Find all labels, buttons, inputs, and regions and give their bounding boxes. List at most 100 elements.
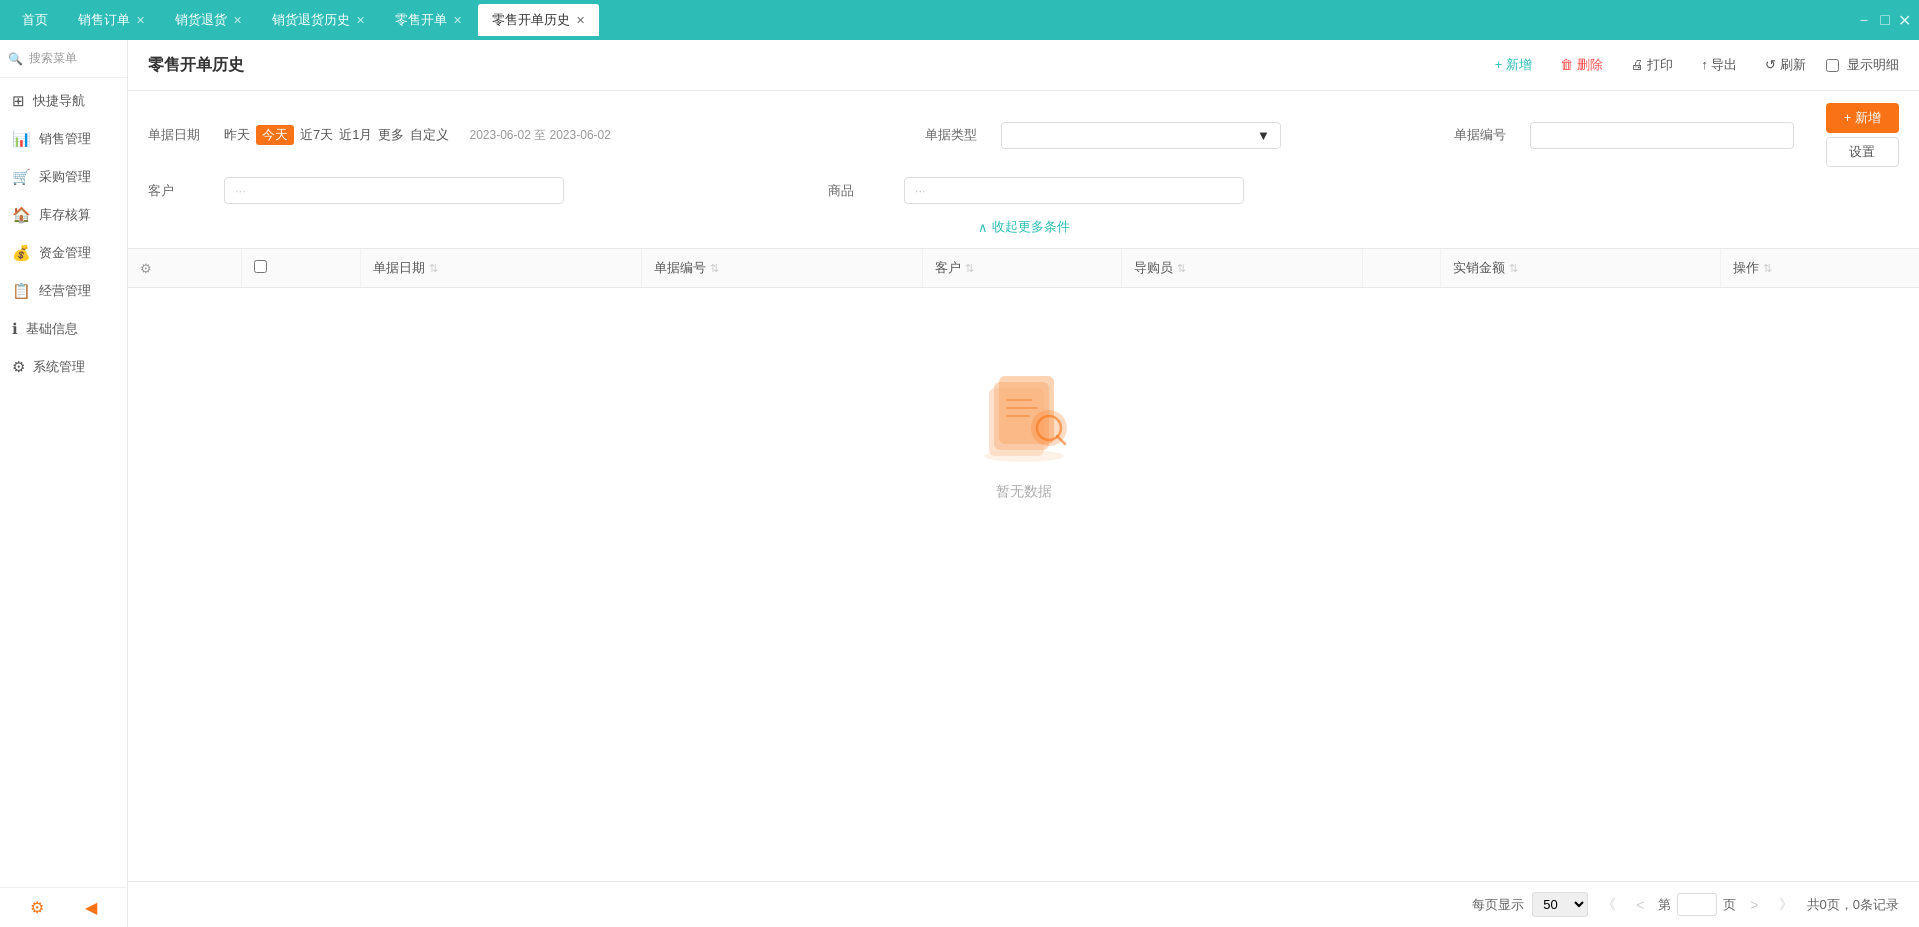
date-options: 昨天今天近7天近1月更多自定义 <box>224 125 449 145</box>
date-opt-自定义[interactable]: 自定义 <box>410 126 449 144</box>
delete-button[interactable]: 🗑 删除 <box>1552 52 1611 78</box>
doc-num-label: 单据编号 <box>1454 126 1514 144</box>
sidebar-icon-basic-info: ℹ <box>12 320 18 338</box>
minimize-btn[interactable]: － <box>1856 10 1872 31</box>
sidebar-item-basic-info[interactable]: ℹ 基础信息 <box>0 310 127 348</box>
customer-label: 客户 <box>148 182 208 200</box>
content-header: 零售开单历史 + 新增 🗑 删除 🖨 打印 ↑ 导出 ↺ 刷新 显示明细 <box>128 40 1919 91</box>
date-opt-近7天[interactable]: 近7天 <box>300 126 333 144</box>
tab-retail-open[interactable]: 零售开单✕ <box>381 4 476 36</box>
pagination: 每页显示 102050100 《 < 第 1 页 > 》 共0页，0条记录 <box>128 881 1919 927</box>
empty-text: 暂无数据 <box>996 483 1052 501</box>
goods-label: 商品 <box>828 182 888 200</box>
empty-icon <box>969 368 1079 468</box>
query-button[interactable]: + 新增 <box>1826 103 1899 133</box>
next-page-btn[interactable]: > <box>1744 895 1764 915</box>
goods-input[interactable]: ··· <box>904 177 1244 204</box>
tab-label: 首页 <box>22 11 48 29</box>
collapse-sidebar-icon[interactable]: ◀ <box>85 898 97 917</box>
date-label: 单据日期 <box>148 126 208 144</box>
sidebar-label-finance: 资金管理 <box>39 244 91 262</box>
col-header-actual_amount: 实销金额⇅ <box>1440 249 1721 288</box>
sidebar: 🔍 搜索菜单 ⊞ 快捷导航 📊 销售管理 🛒 采购管理 🏠 库存核算 💰 资金管… <box>0 40 128 927</box>
table-area: ⚙单据日期⇅单据编号⇅客户⇅导购员⇅实销金额⇅操作⇅ <box>128 249 1919 881</box>
settings-bottom-icon[interactable]: ⚙ <box>30 898 44 917</box>
per-page-label: 每页显示 <box>1472 896 1524 914</box>
sidebar-item-quick-nav[interactable]: ⊞ 快捷导航 <box>0 82 127 120</box>
date-opt-昨天[interactable]: 昨天 <box>224 126 250 144</box>
print-button[interactable]: 🖨 打印 <box>1623 52 1682 78</box>
doc-type-label: 单据类型 <box>925 126 985 144</box>
col-header-checkbox[interactable] <box>242 249 361 288</box>
select-all-checkbox[interactable] <box>254 260 267 273</box>
toolbar: + 新增 🗑 删除 🖨 打印 ↑ 导出 ↺ 刷新 显示明细 <box>1487 52 1899 78</box>
sidebar-item-operations[interactable]: 📋 经营管理 <box>0 272 127 310</box>
doc-num-text-input[interactable] <box>1541 128 1783 143</box>
total-info: 共0页，0条记录 <box>1807 896 1899 914</box>
search-icon: 🔍 <box>8 52 23 66</box>
sidebar-item-inventory[interactable]: 🏠 库存核算 <box>0 196 127 234</box>
filter-row-1: 单据日期 昨天今天近7天近1月更多自定义 2023-06-02 至 2023-0… <box>148 103 1899 167</box>
customer-placeholder: ··· <box>235 183 246 198</box>
col-header-spacer <box>1362 249 1440 288</box>
first-page-btn[interactable]: 《 <box>1596 894 1622 916</box>
col-header-settings[interactable]: ⚙ <box>128 249 242 288</box>
setting-button[interactable]: 设置 <box>1826 137 1899 167</box>
date-opt-今天[interactable]: 今天 <box>256 125 294 145</box>
doc-type-select[interactable]: ▼ <box>1001 122 1281 149</box>
close-btn[interactable]: ✕ <box>1898 11 1911 30</box>
collapse-label: 收起更多条件 <box>992 218 1070 236</box>
date-opt-近1月[interactable]: 近1月 <box>339 126 372 144</box>
collapse-row[interactable]: ∧ 收起更多条件 <box>148 214 1899 240</box>
window-controls: － □ ✕ <box>1856 10 1911 31</box>
customer-input[interactable]: ··· <box>224 177 564 204</box>
tab-label: 销售订单 <box>78 11 130 29</box>
tab-home[interactable]: 首页 <box>8 4 62 36</box>
export-button[interactable]: ↑ 导出 <box>1693 52 1745 78</box>
tab-close-sales-order[interactable]: ✕ <box>136 14 145 27</box>
page-indicator: 第 1 页 <box>1658 893 1736 916</box>
tab-retail-history[interactable]: 零售开单历史✕ <box>478 4 599 36</box>
refresh-button[interactable]: ↺ 刷新 <box>1757 52 1814 78</box>
page-label: 第 <box>1658 896 1671 914</box>
sidebar-item-sales-mgmt[interactable]: 📊 销售管理 <box>0 120 127 158</box>
filter-row-2: 客户 ··· 商品 ··· <box>148 177 1899 204</box>
tab-close-sales-return[interactable]: ✕ <box>233 14 242 27</box>
empty-state: 暂无数据 <box>128 288 1919 581</box>
tab-sales-order[interactable]: 销售订单 ✕ <box>64 4 159 36</box>
sidebar-label-inventory: 库存核算 <box>39 206 91 224</box>
show-detail-input[interactable] <box>1826 59 1839 72</box>
last-page-btn[interactable]: 》 <box>1773 894 1799 916</box>
per-page-select[interactable]: 102050100 <box>1532 892 1588 917</box>
add-button[interactable]: + 新增 <box>1487 52 1540 78</box>
doc-num-input[interactable] <box>1530 122 1794 149</box>
tab-close-retail-open[interactable]: ✕ <box>453 14 462 27</box>
sidebar-item-finance[interactable]: 💰 资金管理 <box>0 234 127 272</box>
dropdown-icon: ▼ <box>1257 128 1270 143</box>
sidebar-search-label: 搜索菜单 <box>29 50 77 67</box>
table-settings-icon[interactable]: ⚙ <box>140 261 152 276</box>
date-range-display: 2023-06-02 至 2023-06-02 <box>469 127 610 144</box>
tabs-container: 首页销售订单✕销货退货✕销货退货历史✕零售开单✕零售开单历史✕ <box>8 4 932 36</box>
prev-page-btn[interactable]: < <box>1630 895 1650 915</box>
sidebar-icon-system: ⚙ <box>12 358 25 376</box>
sidebar-nav: ⊞ 快捷导航 📊 销售管理 🛒 采购管理 🏠 库存核算 💰 资金管理 📋 经营管… <box>0 78 127 887</box>
sidebar-search[interactable]: 🔍 搜索菜单 <box>0 40 127 78</box>
page-suffix: 页 <box>1723 896 1736 914</box>
sidebar-item-system[interactable]: ⚙ 系统管理 <box>0 348 127 386</box>
date-opt-更多[interactable]: 更多 <box>378 126 404 144</box>
tab-close-retail-history[interactable]: ✕ <box>576 14 585 27</box>
tab-close-sales-return-history[interactable]: ✕ <box>356 14 365 27</box>
sidebar-label-system: 系统管理 <box>33 358 85 376</box>
page-number-input[interactable]: 1 <box>1677 893 1717 916</box>
tab-sales-return-history[interactable]: 销货退货历史✕ <box>258 4 379 36</box>
tab-label: 销货退货 <box>175 11 227 29</box>
maximize-btn[interactable]: □ <box>1880 11 1890 29</box>
sidebar-icon-operations: 📋 <box>12 282 31 300</box>
tab-sales-return[interactable]: 销货退货 ✕ <box>161 4 256 36</box>
col-header-doc_date: 单据日期⇅ <box>360 249 641 288</box>
show-detail-checkbox[interactable]: 显示明细 <box>1826 56 1899 74</box>
sidebar-label-sales-mgmt: 销售管理 <box>39 130 91 148</box>
sidebar-item-purchase-mgmt[interactable]: 🛒 采购管理 <box>0 158 127 196</box>
sidebar-label-purchase-mgmt: 采购管理 <box>39 168 91 186</box>
